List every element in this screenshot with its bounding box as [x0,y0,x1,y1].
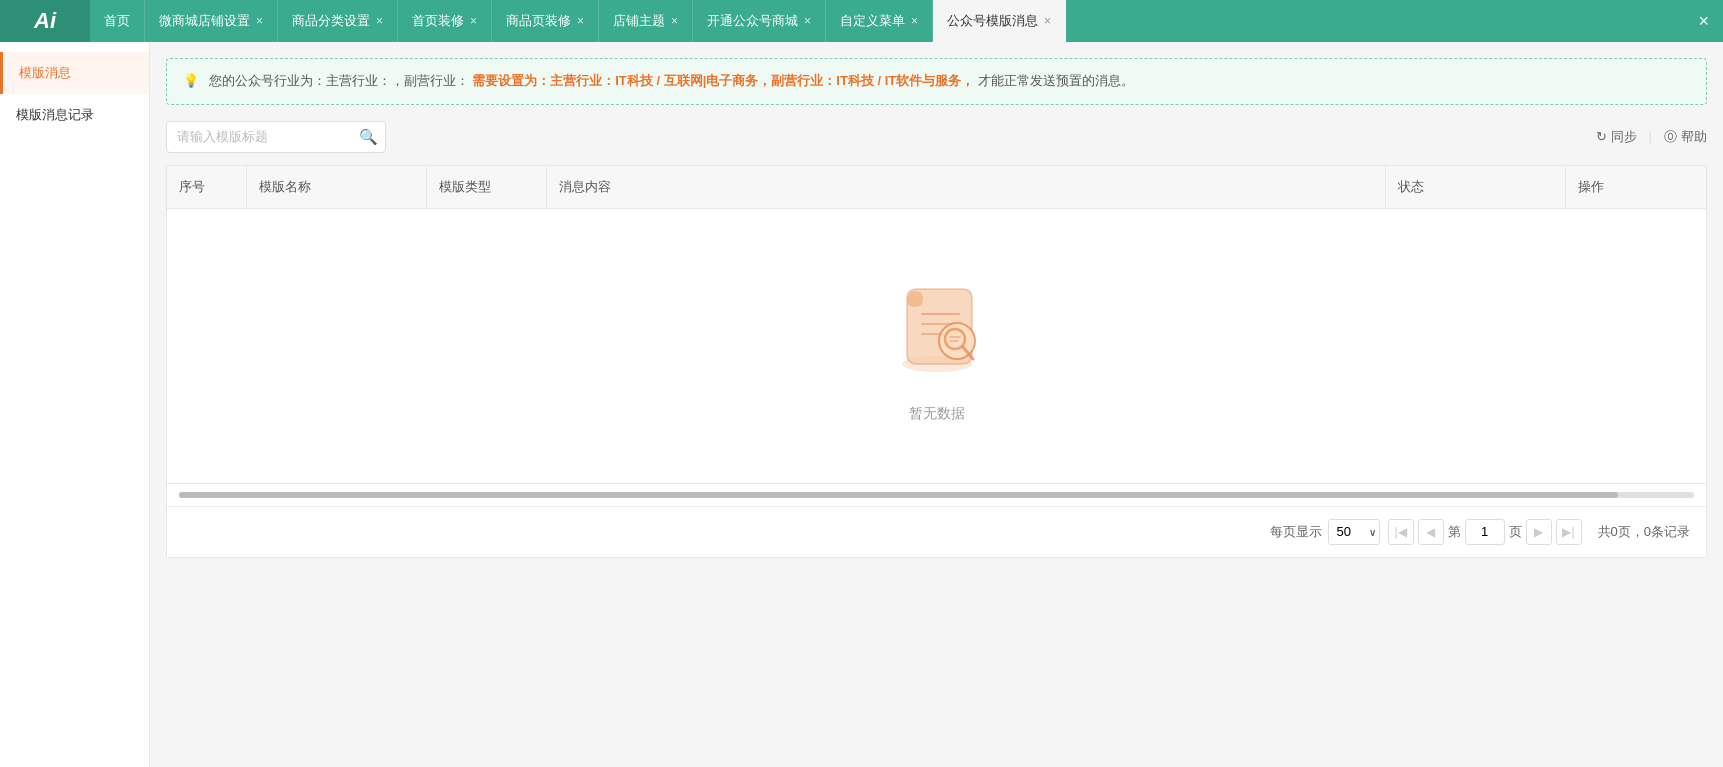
nav-tab-category-label: 商品分类设置 [292,12,370,30]
sidebar-item-template-msg-label: 模版消息 [19,65,71,80]
pagination: 每页显示 10 20 50 100 ∨ |◀ [167,506,1706,557]
nav-tab-shop-theme[interactable]: 店铺主题 × [599,0,693,42]
nav-tab-category-close[interactable]: × [376,15,383,27]
notice-suffix: 才能正常发送预置的消息。 [978,73,1134,88]
nav-tab-homepage-decor-close[interactable]: × [470,15,477,27]
help-label: 帮助 [1681,128,1707,146]
help-button[interactable]: ⓪ 帮助 [1664,128,1707,146]
sync-button[interactable]: ↻ 同步 [1596,128,1637,146]
search-right: ↻ 同步 | ⓪ 帮助 [1596,128,1707,146]
notice-banner: 💡 您的公众号行业为：主营行业：，副营行业： 需要设置为：主营行业：IT科技 /… [166,58,1707,105]
first-page-button[interactable]: |◀ [1388,519,1414,545]
page-label: 第 [1448,523,1461,541]
close-all-tabs-button[interactable]: × [1684,0,1723,42]
help-icon: ⓪ [1664,128,1677,146]
next-page-button[interactable]: ▶ [1526,519,1552,545]
table-col-content: 消息内容 [547,166,1386,208]
scroll-track [179,492,1694,498]
table-col-name: 模版名称 [247,166,427,208]
table-col-type: 模版类型 [427,166,547,208]
page-size-dropdown[interactable]: 10 20 50 100 [1328,519,1380,545]
empty-text: 暂无数据 [909,405,965,423]
nav-tab-product-decor-label: 商品页装修 [506,12,571,30]
notice-icon: 💡 [183,73,199,88]
main-layout: 模版消息 模版消息记录 💡 您的公众号行业为：主营行业：，副营行业： 需要设置为… [0,42,1723,767]
sync-label: 同步 [1611,128,1637,146]
sidebar-item-template-msg-records-label: 模版消息记录 [16,107,94,122]
nav-tab-open-store[interactable]: 开通公众号商城 × [693,0,826,42]
nav-tab-shop-theme-label: 店铺主题 [613,12,665,30]
page-summary: 共0页，0条记录 [1598,523,1690,541]
page-size-select-wrap: 10 20 50 100 ∨ [1328,519,1380,545]
search-input-wrap: 🔍 [166,121,386,153]
nav-tab-template-msg-label: 公众号模版消息 [947,12,1038,30]
empty-state: 暂无数据 [167,209,1706,483]
nav-tab-shop-settings-label: 微商城店铺设置 [159,12,250,30]
search-input[interactable] [166,121,386,153]
sidebar-item-template-msg[interactable]: 模版消息 [0,52,149,94]
nav-tab-shop-settings[interactable]: 微商城店铺设置 × [145,0,278,42]
page-navigation: |◀ ◀ 第 页 ▶ ▶| [1388,519,1582,545]
nav-tab-shop-settings-close[interactable]: × [256,15,263,27]
table-col-index: 序号 [167,166,247,208]
sync-icon: ↻ [1596,129,1607,144]
nav-tab-shop-theme-close[interactable]: × [671,15,678,27]
nav-tab-category[interactable]: 商品分类设置 × [278,0,398,42]
horizontal-scrollbar[interactable] [167,483,1706,506]
search-icon[interactable]: 🔍 [359,128,378,146]
nav-tab-product-decor[interactable]: 商品页装修 × [492,0,599,42]
search-bar: 🔍 ↻ 同步 | ⓪ 帮助 [166,121,1707,153]
notice-highlight: 需要设置为：主营行业：IT科技 / 互联网|电子商务，副营行业：IT科技 / I… [472,73,974,88]
nav-tab-homepage-decor-label: 首页装修 [412,12,464,30]
page-input[interactable] [1465,519,1505,545]
app-logo: Ai [0,0,90,42]
notice-prefix: 您的公众号行业为：主营行业：，副营行业： [209,73,469,88]
empty-illustration [877,269,997,389]
nav-tab-template-msg[interactable]: 公众号模版消息 × [933,0,1066,42]
sidebar: 模版消息 模版消息记录 [0,42,150,767]
nav-tabs-container: 首页 微商城店铺设置 × 商品分类设置 × 首页装修 × 商品页装修 × 店铺主… [90,0,1684,42]
table-header: 序号 模版名称 模版类型 消息内容 状态 操作 [167,166,1706,209]
page-size-label: 每页显示 [1270,523,1322,541]
sidebar-item-template-msg-records[interactable]: 模版消息记录 [0,94,149,136]
data-table: 序号 模版名称 模版类型 消息内容 状态 操作 [166,165,1707,558]
nav-tab-custom-menu[interactable]: 自定义菜单 × [826,0,933,42]
page-unit: 页 [1509,523,1522,541]
nav-tab-open-store-close[interactable]: × [804,15,811,27]
search-left: 🔍 [166,121,386,153]
divider: | [1649,129,1652,144]
nav-tab-custom-menu-close[interactable]: × [911,15,918,27]
last-page-button[interactable]: ▶| [1556,519,1582,545]
table-col-status: 状态 [1386,166,1566,208]
nav-tab-home-label: 首页 [104,12,130,30]
table-col-action: 操作 [1566,166,1706,208]
nav-tab-template-msg-close[interactable]: × [1044,15,1051,27]
page-size-select: 每页显示 10 20 50 100 ∨ [1270,519,1380,545]
prev-page-button[interactable]: ◀ [1418,519,1444,545]
nav-tab-homepage-decor[interactable]: 首页装修 × [398,0,492,42]
nav-tab-open-store-label: 开通公众号商城 [707,12,798,30]
nav-tab-custom-menu-label: 自定义菜单 [840,12,905,30]
nav-tab-product-decor-close[interactable]: × [577,15,584,27]
main-content: 💡 您的公众号行业为：主营行业：，副营行业： 需要设置为：主营行业：IT科技 /… [150,42,1723,767]
nav-tab-home[interactable]: 首页 [90,0,145,42]
top-navigation: Ai 首页 微商城店铺设置 × 商品分类设置 × 首页装修 × 商品页装修 × … [0,0,1723,42]
scroll-thumb[interactable] [179,492,1618,498]
